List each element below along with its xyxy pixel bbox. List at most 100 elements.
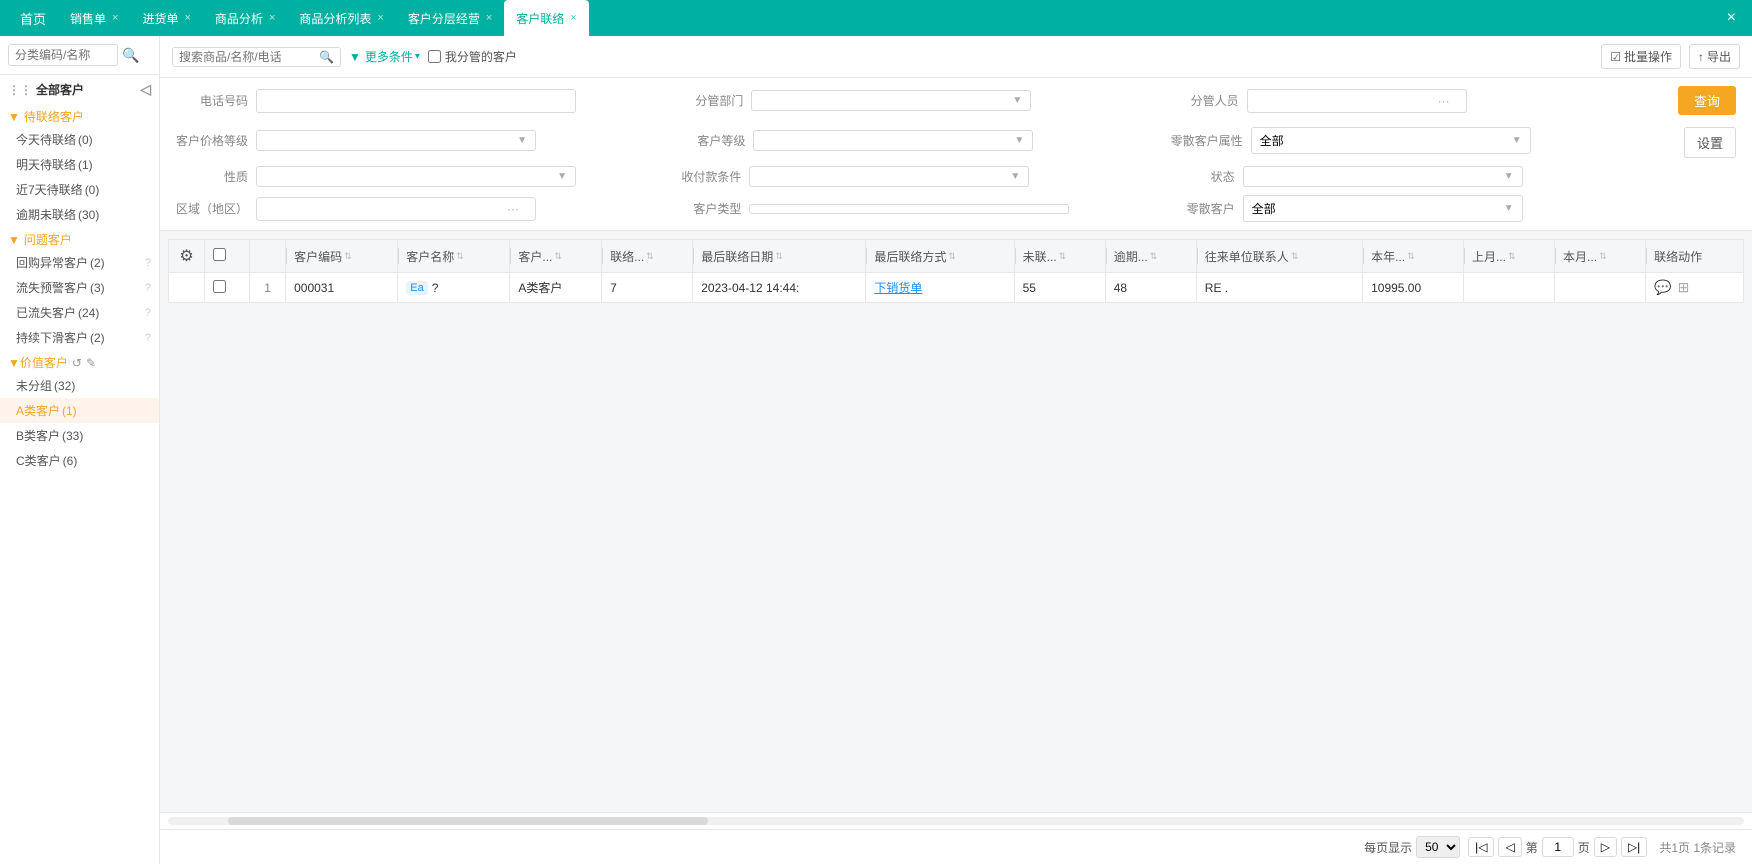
sidebar-all-customers[interactable]: ⋮⋮ 全部客户 ◁ xyxy=(0,75,159,104)
sort-icon-code[interactable]: ⇅ xyxy=(344,251,352,262)
nav-tab-purchase[interactable]: 进货单 × xyxy=(130,0,202,36)
per-page-selector: 每页显示 50 xyxy=(1364,836,1460,858)
help-icon-2[interactable]: ? xyxy=(145,282,151,294)
scrollbar-track xyxy=(168,817,1744,825)
nature-select[interactable]: ▼ xyxy=(256,166,576,187)
close-segment-tab-icon[interactable]: × xyxy=(486,12,492,24)
col-sep12 xyxy=(1555,248,1556,264)
help-icon-1[interactable]: ? xyxy=(145,257,151,269)
sidebar-search-icon[interactable]: 🔍 xyxy=(122,47,139,64)
sidebar-item-today-pending[interactable]: 今天待联络 (0) xyxy=(0,127,159,152)
filter-search-input[interactable] xyxy=(179,50,319,64)
customer-type-select[interactable] xyxy=(749,204,1069,214)
refresh-icon[interactable]: ↺ xyxy=(72,356,82,370)
sidebar-item-churn-warning[interactable]: 流失预警客户 (3) ? xyxy=(0,275,159,300)
sort-icon-name[interactable]: ⇅ xyxy=(456,251,464,262)
sidebar-search-input[interactable] xyxy=(8,44,118,66)
region-select[interactable]: ··· xyxy=(256,197,536,221)
export-button[interactable]: ↑ 导出 xyxy=(1689,44,1740,69)
window-close-button[interactable]: × xyxy=(1719,9,1744,26)
close-analysis-tab-icon[interactable]: × xyxy=(269,12,275,24)
sidebar-item-overdue-contact[interactable]: 逾期未联络 (30) xyxy=(0,202,159,227)
phone-input[interactable] xyxy=(256,89,576,113)
help-icon-3[interactable]: ? xyxy=(145,307,151,319)
col-sep13 xyxy=(1646,248,1647,264)
sort-icon-this-year[interactable]: ⇅ xyxy=(1407,251,1415,262)
col-sep2 xyxy=(398,248,399,264)
column-setting-icon[interactable]: ⚙ xyxy=(179,248,193,265)
prev-page-button[interactable]: ◁ xyxy=(1498,837,1521,857)
person-select[interactable]: ··· xyxy=(1247,89,1467,113)
filter-search-icon[interactable]: 🔍 xyxy=(319,50,334,64)
setting-button[interactable]: 设置 xyxy=(1684,127,1736,158)
per-page-select[interactable]: 50 xyxy=(1416,836,1460,858)
qrcode-action-icon[interactable]: ⊞ xyxy=(1678,279,1690,296)
nav-home[interactable]: 首页 xyxy=(8,9,58,28)
scrollbar-thumb[interactable] xyxy=(228,817,708,825)
filter-my-customers[interactable]: 我分管的客户 xyxy=(428,48,517,65)
page-number-input[interactable] xyxy=(1542,837,1574,857)
edit-icon[interactable]: ✎ xyxy=(86,356,96,370)
close-contact-tab-icon[interactable]: × xyxy=(570,12,576,24)
my-customers-checkbox[interactable] xyxy=(428,50,441,63)
nav-tab-analysis-list[interactable]: 商品分析列表 × xyxy=(287,0,395,36)
col-name-header: 客户名称 ⇅ xyxy=(398,240,510,273)
query-button[interactable]: 查询 xyxy=(1678,86,1736,115)
close-purchase-tab-icon[interactable]: × xyxy=(184,12,190,24)
filter-more-conditions[interactable]: ▼ 更多条件 ▾ xyxy=(349,48,420,65)
nav-tab-sales[interactable]: 销售单 × xyxy=(58,0,130,36)
horizontal-scrollbar-area xyxy=(160,812,1752,829)
col-sep7 xyxy=(1015,248,1016,264)
row-checkbox[interactable] xyxy=(213,280,226,293)
sidebar-item-7days-pending[interactable]: 近7天待联络 (0) xyxy=(0,177,159,202)
col-type-header: 客户... ⇅ xyxy=(510,240,602,273)
close-sales-tab-icon[interactable]: × xyxy=(112,12,118,24)
sort-icon-no-contact[interactable]: ⇅ xyxy=(1059,251,1067,262)
message-action-icon[interactable]: 💬 xyxy=(1654,279,1671,296)
help-icon-4[interactable]: ? xyxy=(145,332,151,344)
col-last-contact-type-header: 最后联络方式 ⇅ xyxy=(866,240,1014,273)
retail-customer-select[interactable]: 全部 ▼ xyxy=(1243,195,1523,222)
col-sep3 xyxy=(510,248,511,264)
region-label: 区域（地区） xyxy=(176,200,256,217)
sort-icon-overdue[interactable]: ⇅ xyxy=(1150,251,1158,262)
last-page-button[interactable]: ▷| xyxy=(1621,837,1647,857)
price-level-select[interactable]: ▼ xyxy=(256,130,536,151)
payment-select[interactable]: ▼ xyxy=(749,166,1029,187)
dept-select[interactable]: ▼ xyxy=(751,90,1031,111)
col-overdue-header: 逾期... ⇅ xyxy=(1105,240,1196,273)
table-area: ⚙ 客户编码 ⇅ xyxy=(160,231,1752,812)
sidebar-item-class-b[interactable]: B类客户 (33) xyxy=(0,423,159,448)
nav-tab-customer-segment[interactable]: 客户分层经营 × xyxy=(396,0,504,36)
status-select[interactable]: ▼ xyxy=(1243,166,1523,187)
collapse-icon[interactable]: ◁ xyxy=(140,81,151,98)
nav-tab-customer-contact[interactable]: 客户联络 × xyxy=(504,0,588,36)
sort-icon-contact-person[interactable]: ⇅ xyxy=(1291,251,1299,262)
last-contact-type-link[interactable]: 下销货单 xyxy=(874,281,922,295)
nav-tab-analysis[interactable]: 商品分析 × xyxy=(203,0,287,36)
close-analysis-list-tab-icon[interactable]: × xyxy=(377,12,383,24)
person-label: 分管人员 xyxy=(1167,92,1247,109)
select-all-checkbox[interactable] xyxy=(213,248,226,261)
sidebar-item-churned[interactable]: 已流失客户 (24) ? xyxy=(0,300,159,325)
sidebar-item-tomorrow-pending[interactable]: 明天待联络 (1) xyxy=(0,152,159,177)
sidebar-item-declining[interactable]: 持续下滑客户 (2) ? xyxy=(0,325,159,350)
next-page-button[interactable]: ▷ xyxy=(1594,837,1617,857)
customer-level-select[interactable]: ▼ xyxy=(753,130,1033,151)
row-last-date-cell: 2023-04-12 14:44: xyxy=(693,273,866,303)
sidebar-item-class-c[interactable]: C类客户 (6) xyxy=(0,448,159,473)
sidebar-item-unclassified[interactable]: 未分组 (32) xyxy=(0,373,159,398)
sidebar-item-class-a[interactable]: A类客户 (1) xyxy=(0,398,159,423)
person-dots-icon[interactable]: ··· xyxy=(1430,94,1458,108)
sort-icon-last-type[interactable]: ⇅ xyxy=(948,251,956,262)
sort-icon-contact[interactable]: ⇅ xyxy=(646,251,654,262)
sort-icon-last-month[interactable]: ⇅ xyxy=(1508,251,1516,262)
sort-icon-this-month[interactable]: ⇅ xyxy=(1599,251,1607,262)
batch-operation-button[interactable]: ☑ 批量操作 xyxy=(1601,44,1681,69)
first-page-button[interactable]: |◁ xyxy=(1468,837,1494,857)
sort-icon-last-date[interactable]: ⇅ xyxy=(775,251,783,262)
retail-attr-select[interactable]: 全部 ▼ xyxy=(1251,127,1531,154)
region-dots-icon[interactable]: ··· xyxy=(499,202,527,216)
sort-icon-type[interactable]: ⇅ xyxy=(554,251,562,262)
sidebar-item-repurchase-abnormal[interactable]: 回购异常客户 (2) ? xyxy=(0,250,159,275)
